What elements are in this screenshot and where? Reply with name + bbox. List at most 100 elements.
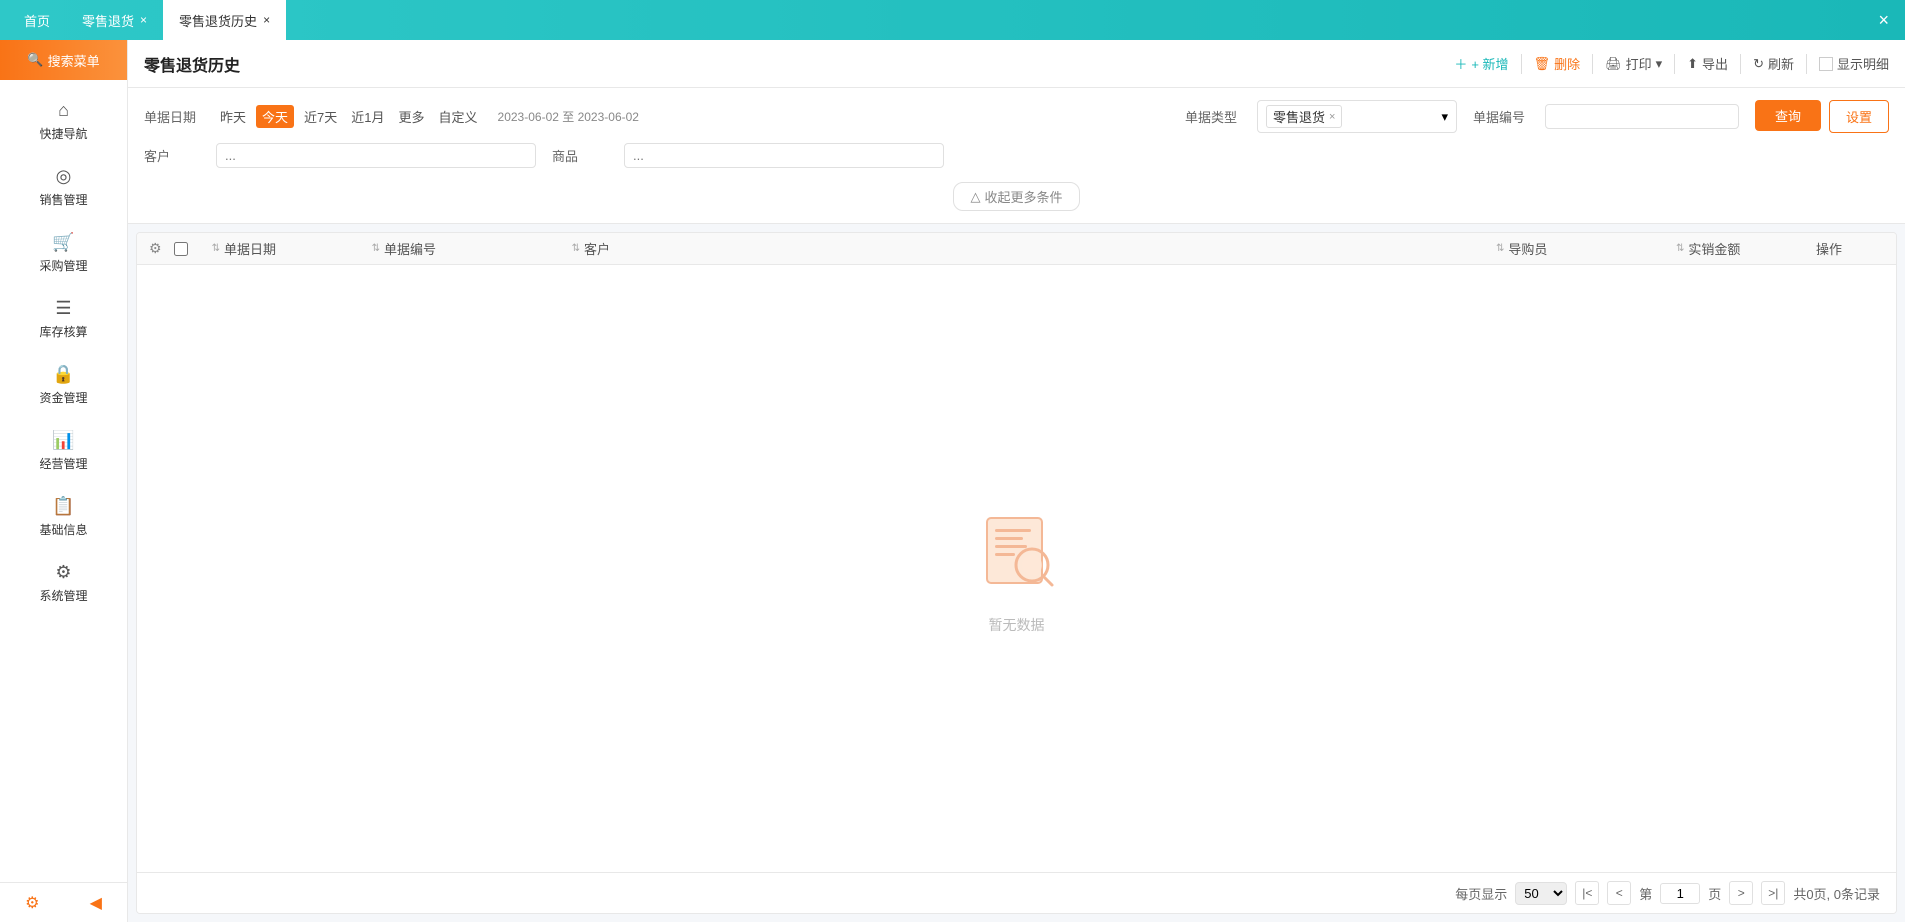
empty-illustration bbox=[967, 503, 1067, 603]
th-guide[interactable]: ⇅ 导购员 bbox=[1484, 239, 1664, 258]
th-action: 操作 bbox=[1804, 239, 1884, 258]
sidebar-item-sales[interactable]: ◎ 销售管理 bbox=[0, 154, 127, 220]
home-icon: ⌂ bbox=[58, 100, 69, 121]
collapse-button[interactable]: △ 收起更多条件 bbox=[953, 182, 1079, 211]
docno-input[interactable] bbox=[1545, 104, 1739, 129]
filter-panel: 单据日期 昨天 今天 近7天 近1月 更多 自定义 2023-06-02 至 2… bbox=[128, 88, 1905, 224]
refresh-label: 刷新 bbox=[1768, 54, 1794, 73]
type-tag-close[interactable]: × bbox=[1329, 111, 1335, 123]
collapse-sidebar-icon[interactable]: ◀ bbox=[90, 893, 102, 913]
sidebar: 🔍 搜索菜单 ⌂ 快捷导航 ◎ 销售管理 🛒 采购管理 ☰ 库存核算 🔒 资 bbox=[0, 40, 128, 922]
sidebar-nav: ⌂ 快捷导航 ◎ 销售管理 🛒 采购管理 ☰ 库存核算 🔒 资金管理 📊 经营 bbox=[0, 80, 127, 882]
page-last-button[interactable]: >| bbox=[1761, 881, 1785, 905]
filter-main: 单据日期 昨天 今天 近7天 近1月 更多 自定义 2023-06-02 至 2… bbox=[144, 100, 1739, 178]
tab-list: 首页 零售退货 × 零售退货历史 × bbox=[8, 0, 1870, 40]
type-selector[interactable]: 零售退货 × ▾ bbox=[1257, 100, 1457, 133]
query-button[interactable]: 查询 bbox=[1755, 100, 1821, 131]
customer-input[interactable] bbox=[216, 143, 536, 168]
page-size-label: 每页显示 bbox=[1455, 884, 1507, 903]
table-column-settings-icon[interactable]: ⚙ bbox=[149, 240, 162, 257]
th-date-label: 单据日期 bbox=[224, 239, 276, 258]
print-button[interactable]: 🖨 打印 ▾ bbox=[1605, 54, 1662, 73]
tab-retail-return-close[interactable]: × bbox=[140, 13, 147, 27]
sidebar-item-shortcut[interactable]: ⌂ 快捷导航 bbox=[0, 88, 127, 154]
tab-retail-return-history[interactable]: 零售退货历史 × bbox=[163, 0, 286, 40]
sidebar-item-basic[interactable]: 📋 基础信息 bbox=[0, 484, 127, 550]
date-7days[interactable]: 近7天 bbox=[300, 105, 341, 128]
content-area: 零售退货历史 ＋ + 新增 🗑 删除 🖨 打印 ▾ bbox=[128, 40, 1905, 922]
tab-home[interactable]: 首页 bbox=[8, 0, 66, 40]
th-guide-label: 导购员 bbox=[1508, 239, 1547, 258]
date-more[interactable]: 更多 bbox=[395, 105, 429, 128]
delete-label: 删除 bbox=[1554, 54, 1580, 73]
refresh-button[interactable]: ↻ 刷新 bbox=[1753, 54, 1794, 73]
tab-retail-return-history-close[interactable]: × bbox=[263, 13, 270, 27]
date-1month[interactable]: 近1月 bbox=[347, 105, 388, 128]
delete-button[interactable]: 🗑 删除 bbox=[1534, 54, 1581, 73]
export-button[interactable]: ⬆ 导出 bbox=[1687, 54, 1728, 73]
tab-retail-return-history-label: 零售退货历史 bbox=[179, 11, 257, 30]
sidebar-item-finance[interactable]: 🔒 资金管理 bbox=[0, 352, 127, 418]
tab-home-label: 首页 bbox=[24, 11, 50, 30]
sidebar-item-finance-label: 资金管理 bbox=[39, 389, 87, 406]
goods-input[interactable] bbox=[624, 143, 944, 168]
search-icon: 🔍 bbox=[27, 52, 43, 68]
export-label: 导出 bbox=[1702, 54, 1728, 73]
sidebar-item-system[interactable]: ⚙ 系统管理 bbox=[0, 550, 127, 616]
print-icon: 🖨 bbox=[1605, 56, 1622, 72]
th-amount-label: 实销金额 bbox=[1688, 239, 1740, 258]
date-yesterday[interactable]: 昨天 bbox=[216, 105, 250, 128]
customer-filter-label: 客户 bbox=[144, 146, 200, 165]
sidebar-item-inventory-label: 库存核算 bbox=[39, 323, 87, 340]
management-icon: 📊 bbox=[52, 430, 74, 451]
system-icon: ⚙ bbox=[55, 562, 71, 583]
sidebar-search[interactable]: 🔍 搜索菜单 bbox=[0, 40, 127, 80]
page-first-button[interactable]: |< bbox=[1575, 881, 1599, 905]
date-shortcuts: 昨天 今天 近7天 近1月 更多 自定义 bbox=[216, 105, 482, 128]
sidebar-item-inventory[interactable]: ☰ 库存核算 bbox=[0, 286, 127, 352]
page-title: 零售退货历史 bbox=[144, 52, 240, 76]
sidebar-item-purchase-label: 采购管理 bbox=[39, 257, 87, 274]
page-size-select[interactable]: 50 10 20 100 bbox=[1515, 882, 1567, 905]
page-prev-button[interactable]: < bbox=[1607, 881, 1631, 905]
divider-2 bbox=[1592, 54, 1593, 74]
sidebar-bottom: ⚙ ◀ bbox=[0, 882, 127, 922]
display-detail-toggle[interactable]: 显示明细 bbox=[1819, 54, 1889, 73]
page-next-button[interactable]: > bbox=[1729, 881, 1753, 905]
add-label: + 新增 bbox=[1471, 54, 1508, 73]
docno-filter-label: 单据编号 bbox=[1473, 107, 1529, 126]
divider-5 bbox=[1806, 54, 1807, 74]
th-customer-sort-icon: ⇅ bbox=[572, 243, 580, 254]
th-customer-label: 客户 bbox=[584, 239, 610, 258]
th-customer[interactable]: ⇅ 客户 bbox=[560, 239, 1484, 258]
th-date[interactable]: ⇅ 单据日期 bbox=[200, 239, 360, 258]
top-bar: 首页 零售退货 × 零售退货历史 × × bbox=[0, 0, 1905, 40]
page-header: 零售退货历史 ＋ + 新增 🗑 删除 🖨 打印 ▾ bbox=[128, 40, 1905, 88]
add-button[interactable]: ＋ + 新增 bbox=[1454, 54, 1508, 73]
window-close-button[interactable]: × bbox=[1870, 10, 1897, 31]
date-filter-label: 单据日期 bbox=[144, 107, 200, 126]
display-detail-checkbox[interactable] bbox=[1819, 57, 1833, 71]
total-info: 共0页, 0条记录 bbox=[1793, 884, 1880, 903]
th-docno[interactable]: ⇅ 单据编号 bbox=[360, 239, 560, 258]
date-today[interactable]: 今天 bbox=[256, 105, 294, 128]
print-dropdown-icon: ▾ bbox=[1656, 56, 1663, 72]
filter-row-2: 客户 商品 bbox=[144, 143, 1739, 168]
refresh-icon: ↻ bbox=[1753, 56, 1764, 72]
empty-text: 暂无数据 bbox=[989, 615, 1045, 635]
th-action-label: 操作 bbox=[1816, 239, 1842, 258]
sidebar-item-basic-label: 基础信息 bbox=[39, 521, 87, 538]
sidebar-item-purchase[interactable]: 🛒 采购管理 bbox=[0, 220, 127, 286]
setting-button[interactable]: 设置 bbox=[1829, 100, 1889, 133]
filter-right-area: 查询 设置 bbox=[1755, 100, 1889, 133]
th-amount[interactable]: ⇅ 实销金额 bbox=[1664, 239, 1804, 258]
print-label: 打印 bbox=[1626, 54, 1652, 73]
page-input[interactable] bbox=[1660, 883, 1700, 904]
settings-bottom-icon[interactable]: ⚙ bbox=[25, 893, 39, 913]
sidebar-item-management[interactable]: 📊 经营管理 bbox=[0, 418, 127, 484]
date-custom[interactable]: 自定义 bbox=[435, 105, 482, 128]
page-unit: 页 bbox=[1708, 884, 1721, 903]
tab-retail-return[interactable]: 零售退货 × bbox=[66, 0, 163, 40]
add-icon: ＋ bbox=[1454, 54, 1467, 73]
select-all-checkbox[interactable] bbox=[174, 242, 188, 256]
